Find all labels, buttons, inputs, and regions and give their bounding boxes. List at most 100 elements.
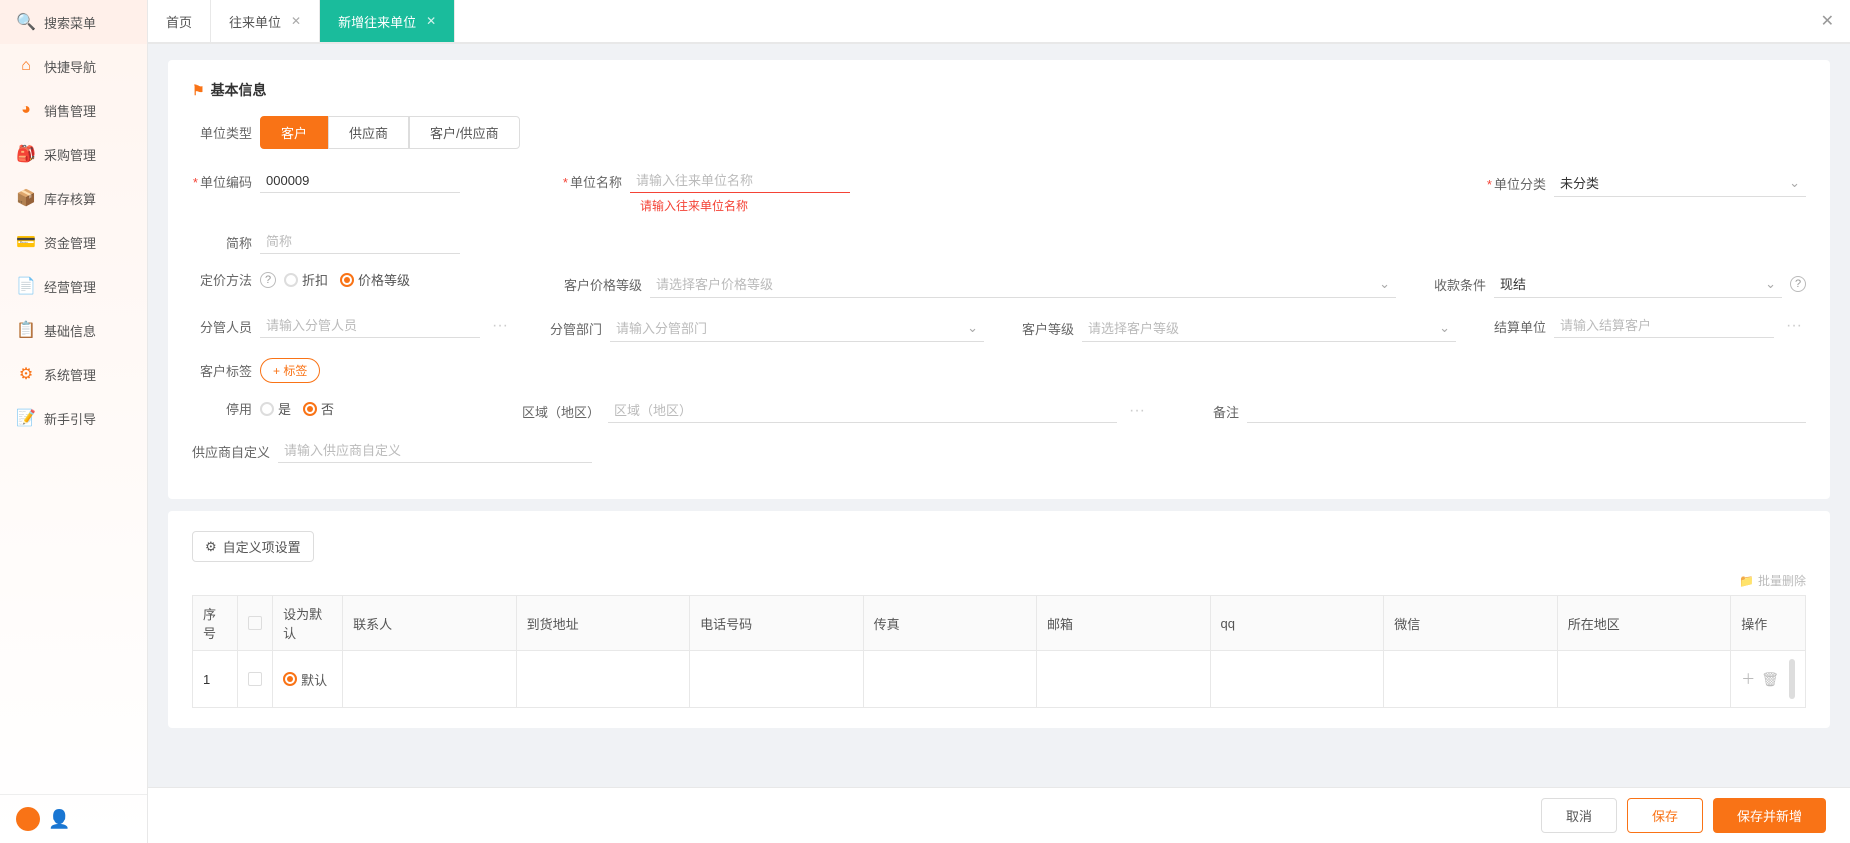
unit-type-supplier[interactable]: 供应商 — [328, 116, 409, 149]
sidebar-item-system[interactable]: ⚙ 系统管理 — [0, 352, 147, 396]
col-checkbox — [238, 596, 273, 651]
pricing-help-icon[interactable]: ? — [260, 272, 276, 288]
short-name-input[interactable] — [260, 230, 460, 254]
cell-email[interactable] — [1037, 651, 1210, 708]
save-new-button[interactable]: 保存并新增 — [1713, 798, 1826, 833]
cancel-button[interactable]: 取消 — [1541, 798, 1617, 833]
radio-discount[interactable]: 折扣 — [284, 270, 328, 289]
unit-name-input[interactable] — [630, 169, 850, 193]
user-level-icon: 👤 — [48, 809, 70, 830]
money-icon: 💳 — [16, 232, 36, 252]
tab-contacts[interactable]: 往来单位 ✕ — [211, 0, 320, 42]
short-name-row: 简称 — [192, 230, 1806, 254]
row-area-input[interactable] — [1568, 672, 1720, 687]
payment-terms-select[interactable]: 现结 ⌄ — [1494, 270, 1782, 298]
unit-category-group: *单位分类 未分类 ⌄ — [1486, 169, 1806, 197]
settlement-input[interactable] — [1554, 314, 1774, 338]
sidebar-item-guide[interactable]: 📝 新手引导 — [0, 396, 147, 440]
remark-input[interactable] — [1247, 399, 1806, 423]
tab-new-contact[interactable]: 新增往来单位 ✕ — [320, 0, 455, 42]
tab-close-new-contact[interactable]: ✕ — [426, 14, 436, 28]
col-contact: 联系人 — [343, 596, 516, 651]
supplier-custom-input[interactable] — [278, 439, 592, 463]
payment-help-icon[interactable]: ? — [1790, 276, 1806, 292]
chevron-price-level-icon: ⌄ — [1379, 276, 1390, 292]
sidebar-item-inventory[interactable]: 📦 库存核算 — [0, 176, 147, 220]
sidebar-item-nav[interactable]: ⌂ 快捷导航 — [0, 44, 147, 88]
save-button[interactable]: 保存 — [1627, 798, 1703, 833]
table-row: 1 默认 — [193, 651, 1806, 708]
unit-type-row: 单位类型 客户 供应商 客户/供应商 — [192, 116, 1806, 149]
chevron-payment-icon: ⌄ — [1765, 276, 1776, 292]
flag-icon: ⚑ — [192, 82, 205, 99]
cell-qq[interactable] — [1210, 651, 1384, 708]
dept-select[interactable]: 请输入分管部门 ⌄ — [610, 314, 984, 342]
settings-icon: ⚙ — [205, 539, 217, 555]
sidebar-item-finance[interactable]: 💳 资金管理 — [0, 220, 147, 264]
unit-category-select[interactable]: 未分类 ⌄ — [1554, 169, 1806, 197]
unit-type-both[interactable]: 客户/供应商 — [409, 116, 520, 149]
main-area: 首页 往来单位 ✕ 新增往来单位 ✕ ✕ ⚑ 基本信息 单位类型 客户 — [148, 0, 1850, 843]
unit-type-group-wrap: 单位类型 客户 供应商 客户/供应商 — [192, 116, 592, 149]
window-close-btn[interactable]: ✕ — [1805, 0, 1850, 42]
wechat-input[interactable] — [1394, 672, 1546, 687]
radio-price-level[interactable]: 价格等级 — [340, 270, 410, 289]
tag-row: 客户标签 + 标签 — [192, 358, 1806, 383]
disable-radio-group: 是 否 — [260, 399, 334, 418]
address-input[interactable] — [527, 672, 679, 687]
tab-close-contacts[interactable]: ✕ — [291, 14, 301, 28]
col-address: 到货地址 — [516, 596, 689, 651]
col-default: 设为默认 — [273, 596, 343, 651]
tab-home[interactable]: 首页 — [148, 0, 211, 42]
bottom-bar: 取消 保存 保存并新增 — [148, 787, 1850, 843]
basic-info-card: ⚑ 基本信息 单位类型 客户 供应商 客户/供应商 *单位编码 — [168, 60, 1830, 499]
radio-yes-circle — [260, 402, 274, 416]
row-add-button[interactable]: ＋ — [1741, 669, 1755, 689]
phone-input[interactable] — [700, 672, 852, 687]
chart-icon: ◕ — [16, 100, 36, 120]
add-tag-button[interactable]: + 标签 — [260, 358, 320, 383]
area-input[interactable] — [608, 399, 1117, 423]
unit-type-selector: 客户 供应商 客户/供应商 — [260, 116, 520, 149]
qq-input[interactable] — [1221, 672, 1374, 687]
sidebar-item-operations[interactable]: 📄 经营管理 — [0, 264, 147, 308]
area-more-icon[interactable]: ··· — [1125, 402, 1149, 420]
cell-phone[interactable] — [690, 651, 863, 708]
sidebar-item-basic[interactable]: 📋 基础信息 — [0, 308, 147, 352]
cell-fax[interactable] — [863, 651, 1036, 708]
customer-price-level-select[interactable]: 请选择客户价格等级 ⌄ — [650, 270, 1396, 298]
radio-no[interactable]: 否 — [303, 399, 334, 418]
cell-area[interactable] — [1557, 651, 1730, 708]
select-all-checkbox[interactable] — [248, 616, 262, 630]
batch-delete-button[interactable]: 📁 批量删除 — [1739, 572, 1806, 589]
contact-input[interactable] — [353, 672, 505, 687]
col-fax: 传真 — [863, 596, 1036, 651]
unit-type-customer[interactable]: 客户 — [260, 116, 328, 149]
delete-icon: 📁 — [1739, 574, 1754, 588]
radio-yes[interactable]: 是 — [260, 399, 291, 418]
tab-bar: 首页 往来单位 ✕ 新增往来单位 ✕ ✕ — [148, 0, 1850, 44]
chevron-dept-icon: ⌄ — [967, 320, 978, 336]
settlement-group: 结算单位 ··· — [1486, 314, 1806, 338]
cell-address[interactable] — [516, 651, 689, 708]
area-group: 区域（地区） ··· — [522, 399, 1149, 423]
customer-level-select[interactable]: 请选择客户等级 ⌄ — [1082, 314, 1456, 342]
home-icon: ⌂ — [16, 56, 36, 76]
email-input[interactable] — [1047, 672, 1199, 687]
cell-contact[interactable] — [343, 651, 516, 708]
manager-input[interactable] — [260, 314, 480, 338]
manager-more-icon[interactable]: ··· — [488, 317, 512, 335]
cell-wechat[interactable] — [1384, 651, 1557, 708]
gear-icon: ⚙ — [16, 364, 36, 384]
sidebar-item-search[interactable]: 🔍 搜索菜单 — [0, 0, 147, 44]
row-default-radio[interactable]: 默认 — [283, 670, 332, 689]
chevron-down-icon: ⌄ — [1789, 175, 1800, 191]
unit-code-input[interactable] — [260, 169, 460, 193]
custom-settings-button[interactable]: ⚙ 自定义项设置 — [192, 531, 314, 562]
sidebar-item-sales[interactable]: ◕ 销售管理 — [0, 88, 147, 132]
fax-input[interactable] — [874, 672, 1026, 687]
settlement-more-icon[interactable]: ··· — [1782, 317, 1806, 335]
row-checkbox[interactable] — [248, 672, 262, 686]
sidebar-item-purchase[interactable]: 🎒 采购管理 — [0, 132, 147, 176]
row-delete-button[interactable]: 🗑 — [1761, 671, 1779, 688]
